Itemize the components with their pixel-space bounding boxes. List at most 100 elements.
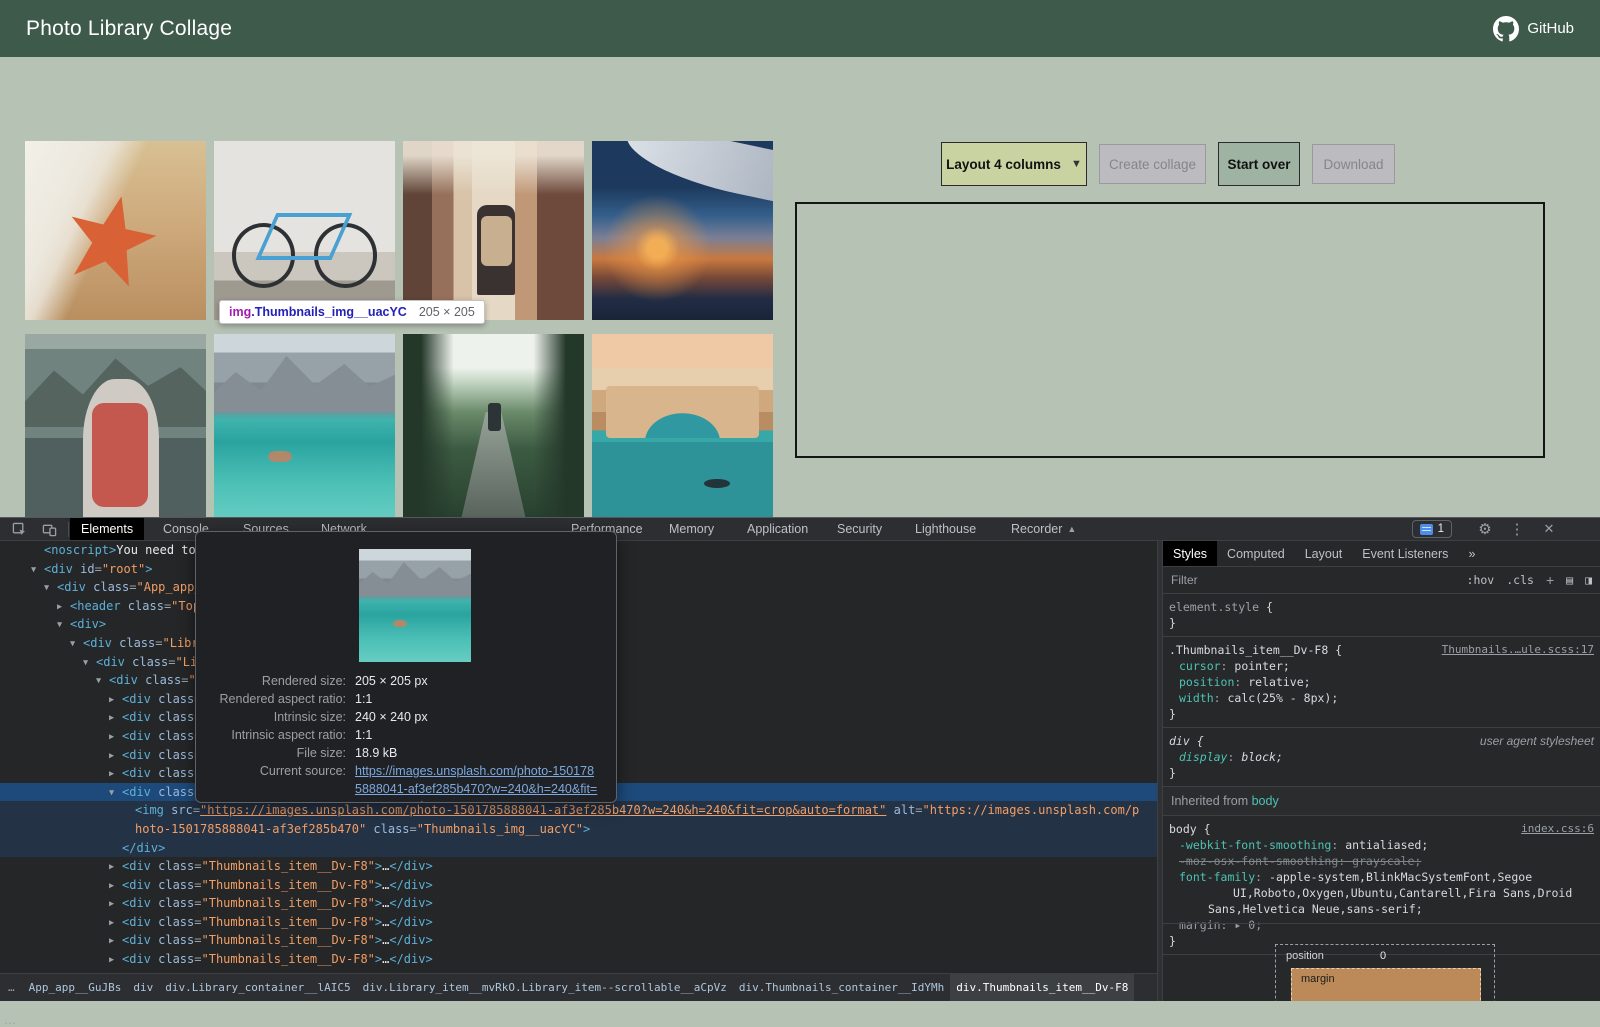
dom-tree-row[interactable]: ▶<div class="Thumbnails_item__Dv-F8">…</… (0, 913, 1157, 932)
style-property[interactable]: display: block; (1163, 749, 1600, 765)
collage-drop-area[interactable] (795, 202, 1545, 458)
layout-select[interactable]: Layout 4 columns ▼ (941, 142, 1087, 186)
devtools-tab-elements[interactable]: Elements (70, 518, 144, 540)
devtools-tab-recorder[interactable]: Recorder▲ (1000, 518, 1087, 540)
breadcrumb-overflow[interactable]: … (0, 981, 23, 994)
box-model-position[interactable]: position 0 margin (1275, 944, 1495, 1001)
dom-tree-row[interactable]: </div> (0, 839, 1157, 858)
style-property[interactable]: position: relative; (1163, 674, 1600, 690)
class-toggle[interactable]: .cls (1506, 573, 1534, 587)
expand-arrow-open-icon[interactable]: ▼ (57, 616, 70, 635)
create-collage-button[interactable]: Create collage (1099, 144, 1206, 184)
expand-arrow-closed-icon[interactable]: ▶ (109, 709, 122, 728)
photo-mountain-lake-boats[interactable] (214, 334, 395, 520)
styles-filter-input[interactable]: Filter (1171, 573, 1455, 587)
photo-venice-rialto[interactable] (592, 334, 773, 520)
expand-arrow-closed-icon[interactable]: ▶ (109, 691, 122, 710)
breadcrumb-item[interactable]: App_app__GuJBs (23, 974, 128, 1001)
sidebar-tab-computed[interactable]: Computed (1217, 541, 1295, 566)
expand-arrow-closed-icon[interactable]: ▶ (109, 951, 122, 970)
photo-suspension-bridge[interactable] (403, 334, 584, 520)
expand-arrow-closed-icon[interactable]: ▶ (109, 877, 122, 896)
dom-tree-row[interactable]: ▶<div class="Thumbnails_item__Dv-F8">…</… (0, 894, 1157, 913)
expand-arrow-closed-icon[interactable]: ▶ (109, 858, 122, 877)
expand-arrow-closed-icon[interactable]: ▶ (109, 747, 122, 766)
dom-tree-row[interactable]: ▶<div class="Thumbnails_item__Dv-F8">…</… (0, 876, 1157, 895)
inspect-element-icon[interactable] (10, 521, 28, 537)
photo-blue-bicycle[interactable] (214, 141, 395, 320)
dom-tree-row[interactable]: hoto-1501785888041-af3ef285b470" class="… (0, 820, 1157, 839)
issues-icon (1420, 524, 1433, 535)
devtools-tab-application[interactable]: Application (736, 518, 819, 540)
photo-backpacker-in-alley[interactable] (403, 141, 584, 320)
rule-selector[interactable]: div { (1169, 733, 1204, 749)
photo-hiker-at-lake[interactable] (25, 334, 206, 520)
expand-arrow-open-icon[interactable]: ▼ (96, 672, 109, 691)
sidebar-tab-layout[interactable]: Layout (1295, 541, 1353, 566)
expand-arrow-closed-icon[interactable]: ▶ (109, 728, 122, 747)
expand-arrow-open-icon[interactable]: ▼ (31, 561, 44, 580)
stylesheet-link[interactable]: Thumbnails.…ule.scss:17 (1442, 642, 1594, 658)
expand-arrow-closed-icon[interactable]: ▶ (109, 895, 122, 914)
style-property[interactable]: font-family: -apple-system,BlinkMacSyste… (1163, 869, 1600, 885)
popup-info-row: Rendered aspect ratio:1:1 (196, 690, 616, 708)
tooltip-tag: img (229, 305, 251, 319)
style-property[interactable]: UI,Roboto,Oxygen,Ubuntu,Cantarell,Fira S… (1163, 885, 1600, 901)
box-model-margin[interactable]: margin (1291, 968, 1481, 1001)
devtools-tab-security[interactable]: Security (826, 518, 893, 540)
close-icon[interactable]: ✕ (1540, 521, 1558, 537)
stylesheet-link[interactable]: index.css:6 (1521, 821, 1594, 837)
style-property[interactable]: -moz-osx-font-smoothing: grayscale; (1163, 853, 1600, 869)
dom-row-more-icon[interactable]: … (4, 1013, 17, 1027)
expand-arrow-open-icon[interactable]: ▼ (109, 784, 122, 803)
style-property[interactable]: cursor: pointer; (1163, 658, 1600, 674)
gear-icon[interactable]: ⚙ (1476, 521, 1494, 537)
device-toolbar-icon[interactable] (40, 521, 58, 537)
tooltip-size: 205 × 205 (419, 305, 475, 319)
paint-icon[interactable]: ▤ (1566, 573, 1573, 587)
rule-selector[interactable]: .Thumbnails_item__Dv-F8 { (1169, 642, 1342, 658)
expand-arrow-closed-icon[interactable]: ▶ (109, 932, 122, 951)
expand-arrow-open-icon[interactable]: ▼ (83, 654, 96, 673)
devtools-tab-memory[interactable]: Memory (658, 518, 725, 540)
devtools-tab-lighthouse[interactable]: Lighthouse (904, 518, 987, 540)
rule-selector[interactable]: element.style { (1169, 599, 1273, 615)
style-property[interactable]: -webkit-font-smoothing: antialiased; (1163, 837, 1600, 853)
style-property[interactable]: Sans,Helvetica Neue,sans-serif; (1163, 901, 1600, 917)
dom-tree-row[interactable]: ▶<div class="Thumbnails_item__Dv-F8">…</… (0, 950, 1157, 969)
breadcrumb-item[interactable]: div.Library_item__mvRkO.Library_item--sc… (357, 974, 733, 1001)
breadcrumb-item[interactable]: div.Thumbnails_item__Dv-F8 (950, 974, 1134, 1001)
issues-counter[interactable]: 1 (1412, 520, 1452, 538)
styles-filter-bar: Filter :hov .cls + ▤ ◨ (1163, 567, 1600, 594)
devtools-panel: ElementsConsoleSourcesNetworkPerformance… (0, 517, 1600, 1000)
style-property[interactable]: width: calc(25% - 8px); (1163, 690, 1600, 706)
kebab-menu-icon[interactable]: ⋮ (1508, 521, 1526, 537)
sidebar-tab-»[interactable]: » (1458, 541, 1485, 566)
start-over-button[interactable]: Start over (1218, 142, 1300, 186)
breadcrumb-item[interactable]: div (127, 974, 159, 1001)
new-rule-icon[interactable]: + (1546, 572, 1554, 588)
sidebar-tab-styles[interactable]: Styles (1163, 541, 1217, 566)
expand-arrow-open-icon[interactable]: ▼ (70, 635, 83, 654)
hover-toggle[interactable]: :hov (1467, 573, 1495, 587)
dom-tree-row[interactable]: ▶<div class="Thumbnails_item__Dv-F8">…</… (0, 931, 1157, 950)
breadcrumb-item[interactable]: div.Thumbnails_container__IdYMh (733, 974, 950, 1001)
image-source-link[interactable]: https://images.unsplash.com/photo-150178… (355, 762, 597, 803)
photo-airplane-wing-sunset[interactable] (592, 141, 773, 320)
expand-arrow-open-icon[interactable]: ▼ (44, 579, 57, 598)
dom-tree-row[interactable]: <img src="https://images.unsplash.com/ph… (0, 801, 1157, 820)
popup-info-row: Current source:https://images.unsplash.c… (196, 762, 616, 803)
sidebar-tab-event-listeners[interactable]: Event Listeners (1352, 541, 1458, 566)
download-button[interactable]: Download (1312, 144, 1395, 184)
github-link[interactable]: GitHub (1493, 16, 1574, 42)
breadcrumb-item[interactable]: div.Library_container__lAIC5 (159, 974, 356, 1001)
style-rule: element.style {} (1163, 594, 1600, 637)
photo-starfish-on-beach[interactable] (25, 141, 206, 320)
expand-arrow-closed-icon[interactable]: ▶ (109, 765, 122, 784)
expand-arrow-closed-icon[interactable]: ▶ (57, 598, 70, 617)
sidebar-toggle-icon[interactable]: ◨ (1585, 573, 1592, 587)
expand-arrow-closed-icon[interactable]: ▶ (109, 914, 122, 933)
rule-selector[interactable]: body { (1169, 821, 1211, 837)
dom-tree-row[interactable]: ▶<div class="Thumbnails_item__Dv-F8">…</… (0, 857, 1157, 876)
stylesheet-link[interactable]: user agent stylesheet (1480, 733, 1594, 749)
